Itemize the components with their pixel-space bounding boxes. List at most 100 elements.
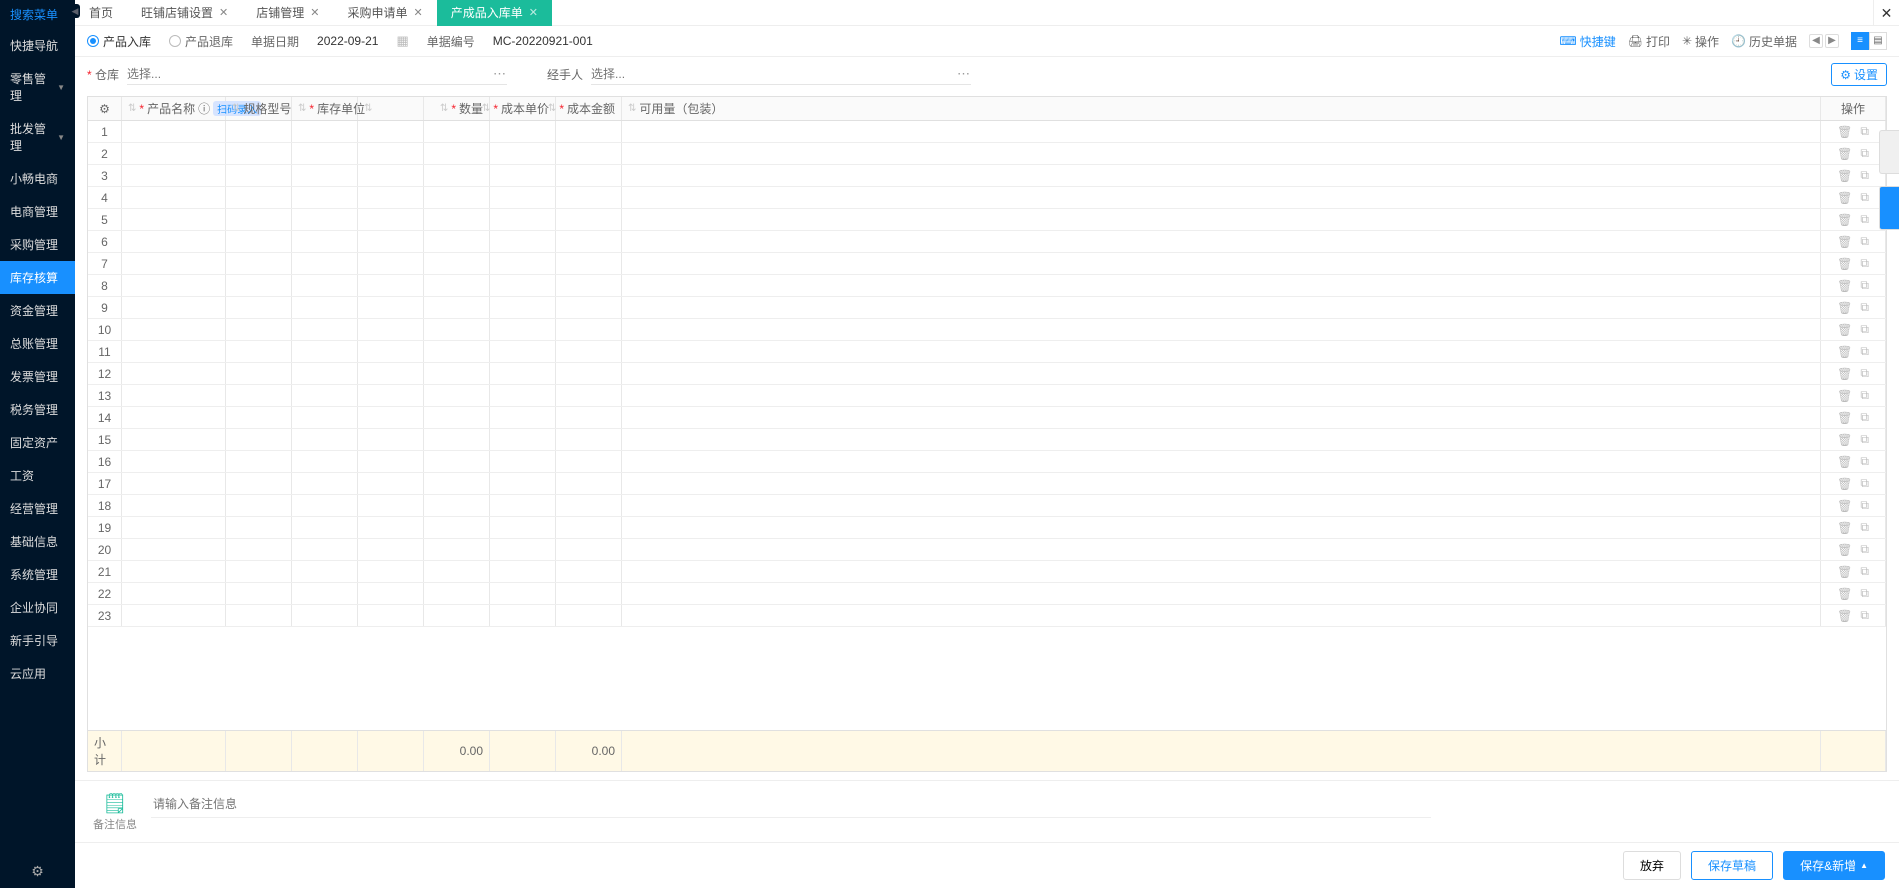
delete-row-icon[interactable]: 🗑: [1837, 521, 1852, 535]
tab[interactable]: 店铺管理✕: [242, 0, 333, 26]
delete-row-icon[interactable]: 🗑: [1837, 543, 1852, 557]
sidebar-search[interactable]: 搜索菜单: [0, 0, 75, 29]
print-button[interactable]: 🖨打印: [1628, 33, 1670, 50]
table-row[interactable]: 17🗑⧉: [88, 473, 1886, 495]
sidebar-item[interactable]: 电商管理: [0, 195, 75, 228]
insert-row-icon[interactable]: ⧉: [1860, 190, 1869, 205]
table-row[interactable]: 3🗑⧉: [88, 165, 1886, 187]
table-row[interactable]: 14🗑⧉: [88, 407, 1886, 429]
table-row[interactable]: 23🗑⧉: [88, 605, 1886, 627]
delete-row-icon[interactable]: 🗑: [1837, 587, 1852, 601]
table-row[interactable]: 11🗑⧉: [88, 341, 1886, 363]
sidebar-item[interactable]: 零售管理▼: [0, 62, 75, 112]
insert-row-icon[interactable]: ⧉: [1860, 256, 1869, 271]
table-row[interactable]: 16🗑⧉: [88, 451, 1886, 473]
insert-row-icon[interactable]: ⧉: [1860, 344, 1869, 359]
tab[interactable]: 首页: [75, 0, 127, 26]
tab[interactable]: 采购申请单✕: [333, 0, 436, 26]
view-grid-icon[interactable]: ▤: [1869, 32, 1887, 50]
sidebar-item[interactable]: 快捷导航: [0, 29, 75, 62]
ellipsis-icon[interactable]: ⋯: [493, 66, 507, 82]
insert-row-icon[interactable]: ⧉: [1860, 366, 1869, 381]
insert-row-icon[interactable]: ⧉: [1860, 410, 1869, 425]
tab[interactable]: 旺铺店铺设置✕: [127, 0, 242, 26]
sidebar-item[interactable]: 新手引导: [0, 624, 75, 657]
delete-row-icon[interactable]: 🗑: [1837, 565, 1852, 579]
delete-row-icon[interactable]: 🗑: [1837, 125, 1852, 139]
history-button[interactable]: 🕘历史单据: [1731, 33, 1797, 50]
sidebar-item[interactable]: 固定资产: [0, 426, 75, 459]
delete-row-icon[interactable]: 🗑: [1837, 433, 1852, 447]
delete-row-icon[interactable]: 🗑: [1837, 389, 1852, 403]
col-amount[interactable]: ⇅*成本金额: [556, 97, 622, 120]
settings-gear-icon[interactable]: ⚙: [0, 855, 75, 888]
insert-row-icon[interactable]: ⧉: [1860, 168, 1869, 183]
sidebar-item[interactable]: 小畅电商: [0, 162, 75, 195]
ellipsis-icon[interactable]: ⋯: [957, 66, 971, 82]
delete-row-icon[interactable]: 🗑: [1837, 235, 1852, 249]
column-settings-button[interactable]: ⚙设置: [1831, 63, 1887, 86]
table-row[interactable]: 7🗑⧉: [88, 253, 1886, 275]
prev-record-icon[interactable]: ◀: [1809, 34, 1823, 48]
table-row[interactable]: 20🗑⧉: [88, 539, 1886, 561]
col-product-name[interactable]: ⇅ * 产品名称 ⓘ 扫码录入: [122, 97, 226, 120]
insert-row-icon[interactable]: ⧉: [1860, 432, 1869, 447]
delete-row-icon[interactable]: 🗑: [1837, 609, 1852, 623]
sidebar-item[interactable]: 资金管理: [0, 294, 75, 327]
next-record-icon[interactable]: ▶: [1825, 34, 1839, 48]
insert-row-icon[interactable]: ⧉: [1860, 498, 1869, 513]
delete-row-icon[interactable]: 🗑: [1837, 169, 1852, 183]
col-pack[interactable]: ⇅可用量（包装）: [622, 97, 1821, 120]
calendar-icon[interactable]: ▦: [396, 33, 408, 49]
ops-button[interactable]: ✳操作: [1682, 33, 1719, 50]
save-new-button[interactable]: 保存&新增▲: [1783, 851, 1885, 880]
insert-row-icon[interactable]: ⧉: [1860, 476, 1869, 491]
table-row[interactable]: 13🗑⧉: [88, 385, 1886, 407]
insert-row-icon[interactable]: ⧉: [1860, 542, 1869, 557]
info-icon[interactable]: ⓘ: [198, 100, 210, 117]
save-draft-button[interactable]: 保存草稿: [1691, 851, 1773, 880]
float-tab-1[interactable]: [1879, 130, 1899, 174]
warehouse-input[interactable]: [127, 67, 493, 81]
shortcut-button[interactable]: ⌨快捷键: [1559, 33, 1615, 50]
insert-row-icon[interactable]: ⧉: [1860, 564, 1869, 579]
table-row[interactable]: 6🗑⧉: [88, 231, 1886, 253]
table-row[interactable]: 21🗑⧉: [88, 561, 1886, 583]
insert-row-icon[interactable]: ⧉: [1860, 212, 1869, 227]
sidebar-item[interactable]: 税务管理: [0, 393, 75, 426]
radio-product-out[interactable]: 产品退库: [169, 33, 233, 50]
view-list-icon[interactable]: ≡: [1851, 32, 1869, 50]
insert-row-icon[interactable]: ⧉: [1860, 586, 1869, 601]
insert-row-icon[interactable]: ⧉: [1860, 146, 1869, 161]
person-input[interactable]: [591, 67, 957, 81]
delete-row-icon[interactable]: 🗑: [1837, 191, 1852, 205]
insert-row-icon[interactable]: ⧉: [1860, 234, 1869, 249]
sidebar-item[interactable]: 企业协同: [0, 591, 75, 624]
sidebar-item[interactable]: 批发管理▼: [0, 112, 75, 162]
insert-row-icon[interactable]: ⧉: [1860, 454, 1869, 469]
close-icon[interactable]: ✕: [414, 0, 423, 26]
delete-row-icon[interactable]: 🗑: [1837, 147, 1852, 161]
table-row[interactable]: 9🗑⧉: [88, 297, 1886, 319]
delete-row-icon[interactable]: 🗑: [1837, 345, 1852, 359]
radio-product-in[interactable]: 产品入库: [87, 33, 151, 50]
sidebar-item[interactable]: 总账管理: [0, 327, 75, 360]
table-row[interactable]: 10🗑⧉: [88, 319, 1886, 341]
col-spec[interactable]: ⇅规格型号: [226, 97, 292, 120]
delete-row-icon[interactable]: 🗑: [1837, 455, 1852, 469]
sidebar-item[interactable]: 库存核算: [0, 261, 75, 294]
delete-row-icon[interactable]: 🗑: [1837, 301, 1852, 315]
sidebar-item[interactable]: 系统管理: [0, 558, 75, 591]
delete-row-icon[interactable]: 🗑: [1837, 213, 1852, 227]
table-row[interactable]: 15🗑⧉: [88, 429, 1886, 451]
insert-row-icon[interactable]: ⧉: [1860, 388, 1869, 403]
remarks-input[interactable]: [151, 791, 1431, 818]
table-row[interactable]: 5🗑⧉: [88, 209, 1886, 231]
col-price[interactable]: ⇅*成本单价: [490, 97, 556, 120]
close-icon[interactable]: ✕: [310, 0, 319, 26]
close-all-tabs-icon[interactable]: ✕: [1873, 0, 1899, 26]
header-gear-icon[interactable]: ⚙: [88, 97, 122, 120]
table-row[interactable]: 2🗑⧉: [88, 143, 1886, 165]
delete-row-icon[interactable]: 🗑: [1837, 279, 1852, 293]
table-row[interactable]: 4🗑⧉: [88, 187, 1886, 209]
